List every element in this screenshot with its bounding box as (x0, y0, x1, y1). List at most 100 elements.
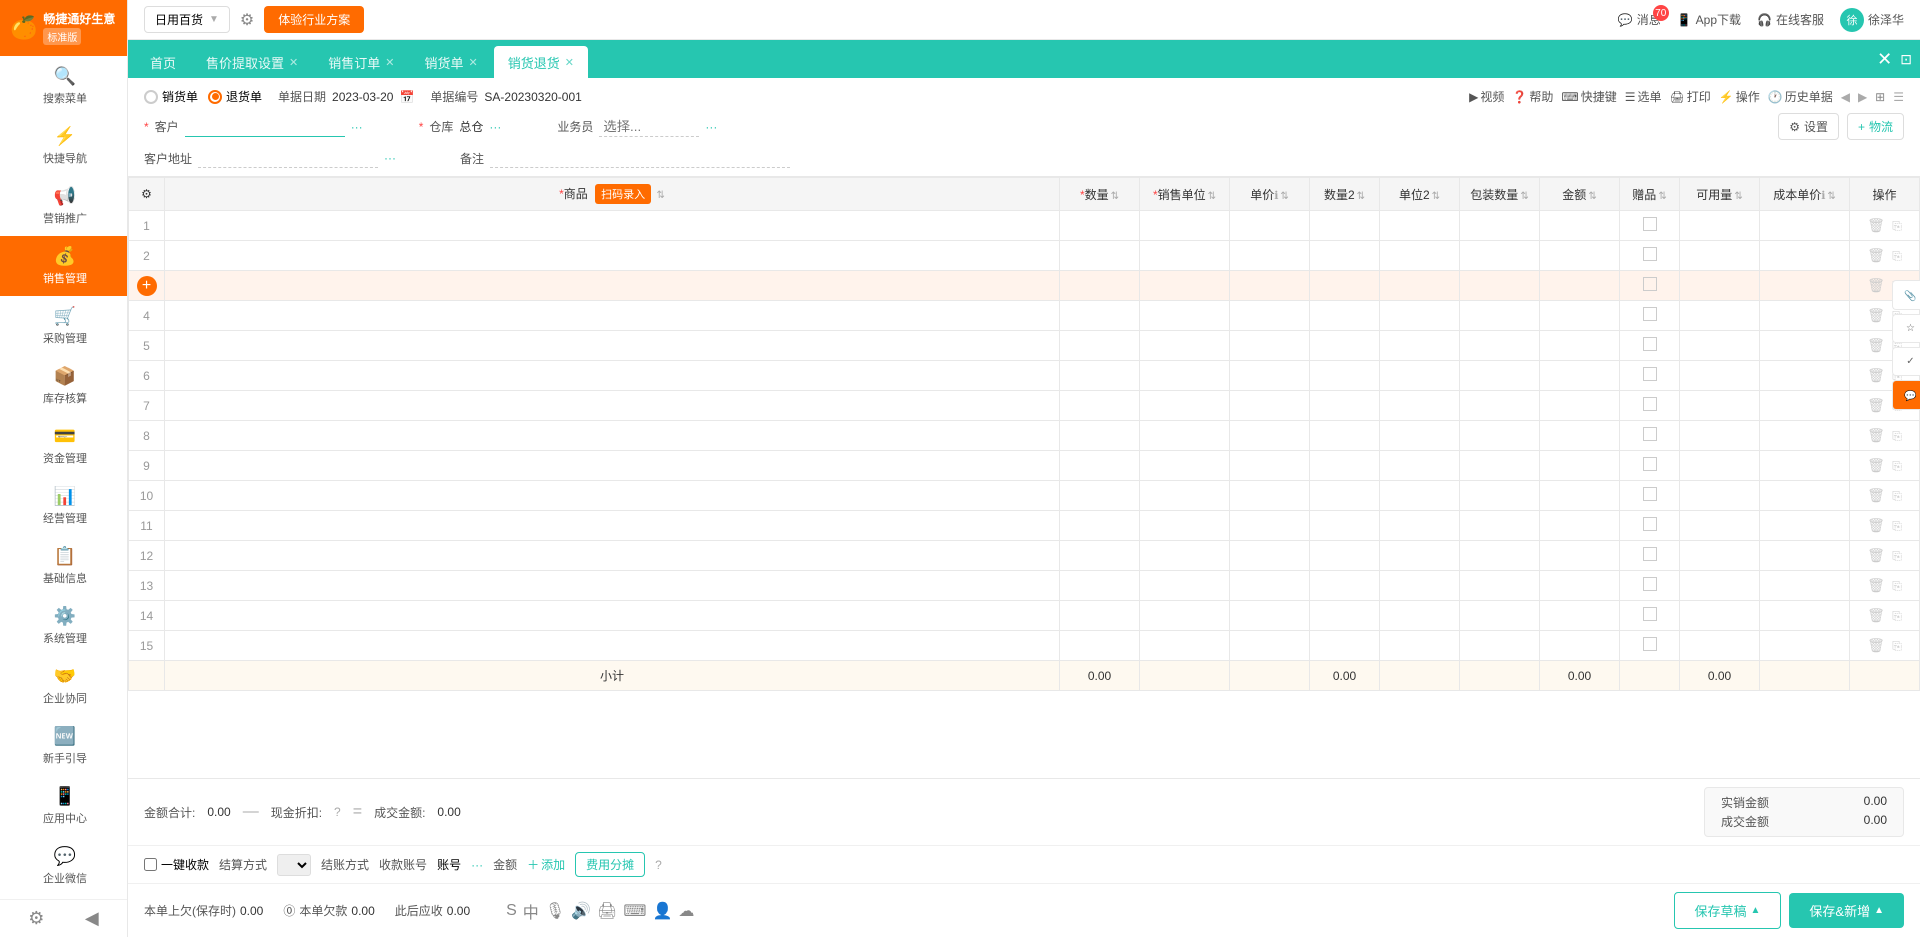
row-2-copy-btn[interactable]: ⎘ (1892, 249, 1902, 263)
sidebar-item-2[interactable]: 📢 营销推广 (0, 176, 127, 236)
row-5-product[interactable] (165, 331, 1060, 361)
row-8-copy-btn[interactable]: ⎘ (1892, 429, 1902, 443)
fee-split-btn[interactable]: 费用分摊 (575, 852, 645, 877)
col-gift-sort[interactable]: ⇅ (1658, 191, 1666, 202)
row-12-delete-btn[interactable]: 🗑 (1867, 547, 1885, 563)
row-2-product[interactable] (165, 241, 1060, 271)
row-11-copy-btn[interactable]: ⎘ (1892, 519, 1902, 533)
salesperson-input[interactable] (599, 117, 699, 137)
user-profile[interactable]: 徐 徐泽华 (1840, 8, 1904, 32)
gift-checkbox-10[interactable] (1643, 487, 1657, 501)
sidebar-item-1[interactable]: ⚡ 快捷导航 (0, 116, 127, 176)
col-product-sort[interactable]: ⇅ (656, 190, 664, 201)
address-input[interactable] (198, 148, 378, 168)
sidebar-item-12[interactable]: 📱 应用中心 (0, 776, 127, 836)
right-float-favorite[interactable]: ☆ (1892, 314, 1920, 343)
col-cost-sort[interactable]: ⇅ (1827, 191, 1835, 202)
message-btn[interactable]: 💬 消息 70 (1618, 11, 1661, 28)
payment-checkbox-input[interactable] (144, 858, 157, 871)
row-3-add-btn[interactable]: + (137, 276, 157, 296)
tab-2[interactable]: 销售订单✕ (314, 46, 408, 78)
row-11-delete-btn[interactable]: 🗑 (1867, 517, 1885, 533)
sidebar-item-4[interactable]: 🛒 采购管理 (0, 296, 127, 356)
shortcut-btn[interactable]: ⌨ 快捷键 (1561, 88, 1616, 105)
row-1-delete-btn[interactable]: 🗑 (1867, 217, 1885, 233)
row-14-delete-btn[interactable]: 🗑 (1867, 607, 1885, 623)
fee-help-icon[interactable]: ? (655, 858, 662, 872)
help-discount-icon[interactable]: ? (334, 805, 341, 819)
row-10-delete-btn[interactable]: 🗑 (1867, 487, 1885, 503)
row-9-copy-btn[interactable]: ⎘ (1892, 459, 1902, 473)
video-btn[interactable]: ▶ 视频 (1469, 88, 1504, 105)
sidebar-item-3[interactable]: 💰 销售管理 (0, 236, 127, 296)
row-1-product[interactable] (165, 211, 1060, 241)
list-view-icon[interactable]: ☰ (1893, 90, 1904, 104)
row-14-copy-btn[interactable]: ⎘ (1892, 609, 1902, 623)
grid-view-icon[interactable]: ⊞ (1875, 90, 1885, 104)
select-btn[interactable]: ☰ 选单 (1625, 88, 1662, 105)
row-4-gift[interactable] (1620, 301, 1680, 331)
row-6-product[interactable] (165, 361, 1060, 391)
sidebar-item-9[interactable]: ⚙️ 系统管理 (0, 596, 127, 656)
row-2-gift[interactable] (1620, 241, 1680, 271)
row-10-gift[interactable] (1620, 481, 1680, 511)
gift-checkbox-15[interactable] (1643, 637, 1657, 651)
radio-return[interactable]: 退货单 (208, 88, 262, 105)
operate-btn[interactable]: ⚡ 操作 (1719, 88, 1760, 105)
col-avail-sort[interactable]: ⇅ (1734, 191, 1742, 202)
row-12-gift[interactable] (1620, 541, 1680, 571)
sidebar-item-8[interactable]: 📋 基础信息 (0, 536, 127, 596)
row-11-gift[interactable] (1620, 511, 1680, 541)
col-unit-sort[interactable]: ⇅ (1208, 191, 1216, 202)
row-4-product[interactable] (165, 301, 1060, 331)
row-15-delete-btn[interactable]: 🗑 (1867, 637, 1885, 653)
row-13-gift[interactable] (1620, 571, 1680, 601)
tab-close-2[interactable]: ✕ (385, 56, 394, 69)
one-click-payment-checkbox[interactable]: 一键收款 (144, 856, 209, 873)
tab-4[interactable]: 销货退货✕ (494, 46, 588, 78)
calc-method-select[interactable] (277, 854, 311, 876)
gift-checkbox-7[interactable] (1643, 397, 1657, 411)
col-unit2-sort[interactable]: ⇅ (1432, 191, 1440, 202)
history-btn[interactable]: 🕐 历史单据 (1768, 88, 1833, 105)
right-float-message[interactable]: 💬 (1892, 380, 1920, 410)
gear-col-icon[interactable]: ⚙ (141, 187, 152, 201)
row-11-product[interactable] (165, 511, 1060, 541)
sidebar-item-7[interactable]: 📊 经营管理 (0, 476, 127, 536)
price-info-icon[interactable]: ℹ (1274, 190, 1278, 202)
save-draft-btn[interactable]: 保存草稿 ▲ (1674, 892, 1782, 929)
row-9-delete-btn[interactable]: 🗑 (1867, 457, 1885, 473)
chevron-draft-icon[interactable]: ▲ (1751, 905, 1761, 916)
gift-checkbox-12[interactable] (1643, 547, 1657, 561)
tab-0[interactable]: 首页 (136, 46, 190, 78)
row-3-delete-btn[interactable]: 🗑 (1867, 277, 1885, 293)
row-3-gift[interactable] (1620, 271, 1680, 301)
row-15-gift[interactable] (1620, 631, 1680, 661)
sidebar-item-0[interactable]: 🔍 搜索菜单 (0, 56, 127, 116)
expand-icon[interactable]: ⊡ (1900, 51, 1912, 68)
row-7-gift[interactable] (1620, 391, 1680, 421)
row-9-product[interactable] (165, 451, 1060, 481)
gear-icon[interactable]: ⚙ (240, 10, 254, 30)
cost-info-icon[interactable]: ℹ (1821, 190, 1825, 202)
gift-checkbox-5[interactable] (1643, 337, 1657, 351)
right-float-approval[interactable]: ✓ (1892, 347, 1920, 376)
row-8-gift[interactable] (1620, 421, 1680, 451)
warehouse-dots-btn[interactable]: ··· (489, 120, 501, 134)
add-payment-btn[interactable]: ＋ 添加 (527, 856, 565, 873)
logistics-btn[interactable]: + 物流 (1847, 113, 1904, 140)
close-all-icon[interactable]: ✕ (1877, 49, 1892, 70)
col-amount-sort[interactable]: ⇅ (1588, 191, 1596, 202)
row-15-product[interactable] (165, 631, 1060, 661)
sidebar-item-13[interactable]: 💬 企业微信 (0, 836, 127, 896)
row-6-gift[interactable] (1620, 361, 1680, 391)
gift-checkbox-3[interactable] (1643, 277, 1657, 291)
sidebar-item-6[interactable]: 💳 资金管理 (0, 416, 127, 476)
radio-salesnote[interactable]: 销货单 (144, 88, 198, 105)
row-10-product[interactable] (165, 481, 1060, 511)
row-2-delete-btn[interactable]: 🗑 (1867, 247, 1885, 263)
row-6-delete-btn[interactable]: 🗑 (1867, 367, 1885, 383)
sidebar-item-10[interactable]: 🤝 企业协同 (0, 656, 127, 716)
col-gear-header[interactable]: ⚙ (129, 178, 165, 211)
tab-close-3[interactable]: ✕ (469, 56, 478, 69)
